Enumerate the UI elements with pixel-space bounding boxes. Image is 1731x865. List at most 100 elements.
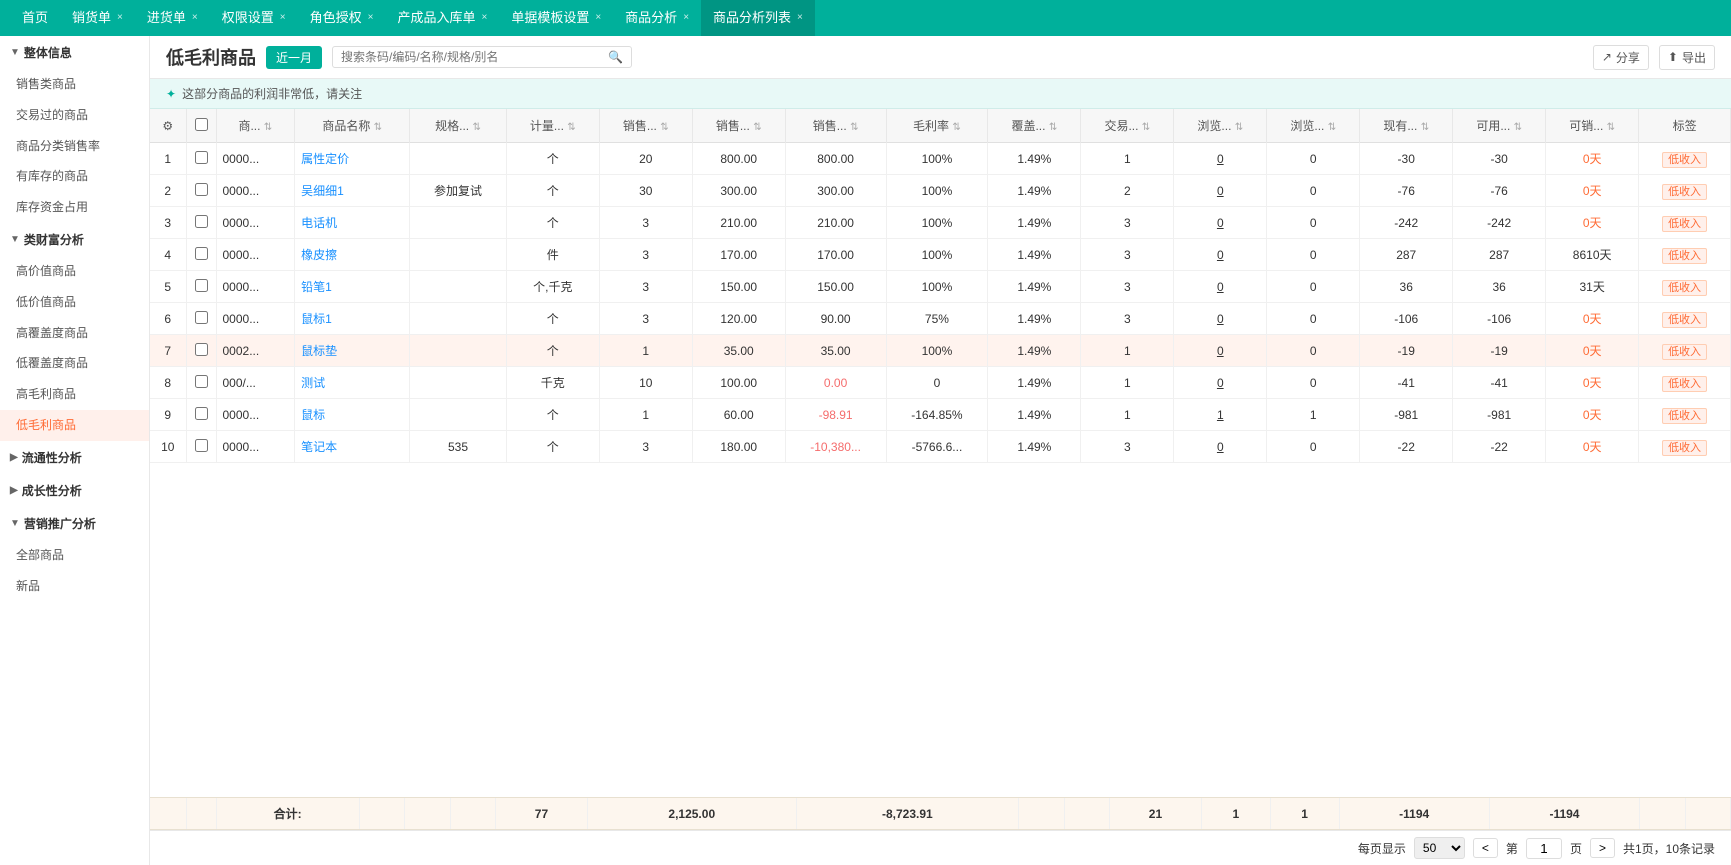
sidebar-group-growth[interactable]: ▶ 成长性分析	[0, 474, 149, 507]
share-button[interactable]: ↗ 分享	[1593, 45, 1649, 70]
col-current-stock-header[interactable]: 现有... ⇅	[1360, 109, 1453, 143]
row-checkbox[interactable]	[186, 335, 216, 367]
sidebar-item-low-margin[interactable]: 低毛利商品	[0, 410, 149, 441]
row-view1[interactable]: 0	[1174, 207, 1267, 239]
row-view1[interactable]: 0	[1174, 367, 1267, 399]
sidebar-item-high-coverage[interactable]: 高覆盖度商品	[0, 318, 149, 349]
row-view1[interactable]: 0	[1174, 143, 1267, 175]
nav-purchase[interactable]: 进货单 ×	[135, 0, 210, 36]
row-name[interactable]: 吴细细1	[295, 175, 410, 207]
col-spec-header[interactable]: 规格... ⇅	[410, 109, 507, 143]
col-view2-header[interactable]: 浏览... ⇅	[1267, 109, 1360, 143]
nav-home[interactable]: 首页	[10, 0, 60, 36]
row-select-checkbox[interactable]	[195, 183, 208, 196]
sidebar-item-new-goods[interactable]: 新品	[0, 571, 149, 602]
nav-product-entry[interactable]: 产成品入库单 ×	[385, 0, 499, 36]
col-settings[interactable]: ⚙	[150, 109, 186, 143]
sidebar-group-overall[interactable]: ▼ 整体信息	[0, 36, 149, 69]
row-name[interactable]: 鼠标1	[295, 303, 410, 335]
row-name[interactable]: 测试	[295, 367, 410, 399]
row-view1[interactable]: 0	[1174, 175, 1267, 207]
row-view1[interactable]: 0	[1174, 335, 1267, 367]
row-checkbox[interactable]	[186, 175, 216, 207]
row-checkbox[interactable]	[186, 399, 216, 431]
row-name[interactable]: 笔记本	[295, 431, 410, 463]
sidebar-item-sales-goods[interactable]: 销售类商品	[0, 69, 149, 100]
search-icon[interactable]: 🔍	[608, 50, 623, 64]
col-sales-qty-header[interactable]: 销售... ⇅	[599, 109, 692, 143]
row-name[interactable]: 属性定价	[295, 143, 410, 175]
nav-permission[interactable]: 权限设置 ×	[210, 0, 298, 36]
nav-goods-analysis-close[interactable]: ×	[683, 0, 689, 36]
col-coverage-header[interactable]: 覆盖... ⇅	[988, 109, 1081, 143]
nav-sales[interactable]: 销货单 ×	[60, 0, 135, 36]
row-view1[interactable]: 0	[1174, 303, 1267, 335]
nav-permission-close[interactable]: ×	[280, 0, 286, 36]
col-view1-header[interactable]: 浏览... ⇅	[1174, 109, 1267, 143]
row-name[interactable]: 电话机	[295, 207, 410, 239]
sidebar-group-circulation[interactable]: ▶ 流通性分析	[0, 441, 149, 474]
nav-template[interactable]: 单据模板设置 ×	[499, 0, 613, 36]
nav-template-close[interactable]: ×	[595, 0, 601, 36]
sidebar-item-inventory-capital[interactable]: 库存资金占用	[0, 192, 149, 223]
period-button[interactable]: 近一月	[266, 46, 322, 69]
row-name[interactable]: 铅笔1	[295, 271, 410, 303]
row-view1[interactable]: 0	[1174, 239, 1267, 271]
row-view1[interactable]: 0	[1174, 271, 1267, 303]
row-name[interactable]: 橡皮擦	[295, 239, 410, 271]
page-size-select[interactable]: 50 100 200	[1414, 837, 1465, 859]
sidebar-item-all-goods[interactable]: 全部商品	[0, 540, 149, 571]
row-name[interactable]: 鼠标垫	[295, 335, 410, 367]
col-sellable-header[interactable]: 可销... ⇅	[1546, 109, 1639, 143]
row-checkbox[interactable]	[186, 143, 216, 175]
sidebar-item-low-coverage[interactable]: 低覆盖度商品	[0, 348, 149, 379]
sidebar-item-stocked-goods[interactable]: 有库存的商品	[0, 161, 149, 192]
col-code-header[interactable]: 商... ⇅	[216, 109, 295, 143]
nav-goods-analysis[interactable]: 商品分析 ×	[613, 0, 701, 36]
nav-goods-analysis-list-close[interactable]: ×	[797, 0, 803, 36]
col-tag-header[interactable]: 标签	[1639, 109, 1731, 143]
sidebar-item-low-value[interactable]: 低价值商品	[0, 287, 149, 318]
row-select-checkbox[interactable]	[195, 151, 208, 164]
nav-purchase-close[interactable]: ×	[192, 0, 198, 36]
row-select-checkbox[interactable]	[195, 375, 208, 388]
row-checkbox[interactable]	[186, 239, 216, 271]
page-input[interactable]	[1526, 838, 1562, 859]
row-view1[interactable]: 1	[1174, 399, 1267, 431]
row-checkbox[interactable]	[186, 207, 216, 239]
row-select-checkbox[interactable]	[195, 343, 208, 356]
nav-product-entry-close[interactable]: ×	[481, 0, 487, 36]
nav-goods-analysis-list[interactable]: 商品分析列表 ×	[701, 0, 815, 36]
nav-role-close[interactable]: ×	[368, 0, 374, 36]
nav-role[interactable]: 角色授权 ×	[298, 0, 386, 36]
search-input[interactable]	[341, 50, 608, 64]
next-page-btn[interactable]: >	[1590, 838, 1615, 858]
col-name-header[interactable]: 商品名称 ⇅	[295, 109, 410, 143]
row-checkbox[interactable]	[186, 431, 216, 463]
col-sales-price-header[interactable]: 销售... ⇅	[692, 109, 785, 143]
col-sales-profit-header[interactable]: 销售... ⇅	[785, 109, 886, 143]
col-unit-header[interactable]: 计量... ⇅	[506, 109, 599, 143]
row-select-checkbox[interactable]	[195, 439, 208, 452]
col-checkbox-header[interactable]	[186, 109, 216, 143]
sidebar-item-traded-goods[interactable]: 交易过的商品	[0, 100, 149, 131]
row-select-checkbox[interactable]	[195, 215, 208, 228]
row-view1[interactable]: 0	[1174, 431, 1267, 463]
row-name[interactable]: 鼠标	[295, 399, 410, 431]
row-select-checkbox[interactable]	[195, 279, 208, 292]
row-select-checkbox[interactable]	[195, 247, 208, 260]
row-select-checkbox[interactable]	[195, 311, 208, 324]
sidebar-item-category-sales-rate[interactable]: 商品分类销售率	[0, 131, 149, 162]
select-all-checkbox[interactable]	[195, 118, 208, 131]
sidebar-item-high-value[interactable]: 高价值商品	[0, 256, 149, 287]
row-select-checkbox[interactable]	[195, 407, 208, 420]
nav-sales-close[interactable]: ×	[117, 0, 123, 36]
row-checkbox[interactable]	[186, 303, 216, 335]
row-checkbox[interactable]	[186, 271, 216, 303]
col-gross-margin-header[interactable]: 毛利率 ⇅	[886, 109, 988, 143]
col-available-header[interactable]: 可用... ⇅	[1453, 109, 1546, 143]
prev-page-btn[interactable]: <	[1473, 838, 1498, 858]
sidebar-group-marketing[interactable]: ▼ 营销推广分析	[0, 507, 149, 540]
sidebar-group-wealth[interactable]: ▼ 类财富分析	[0, 223, 149, 256]
export-button[interactable]: ⬆ 导出	[1659, 45, 1715, 70]
